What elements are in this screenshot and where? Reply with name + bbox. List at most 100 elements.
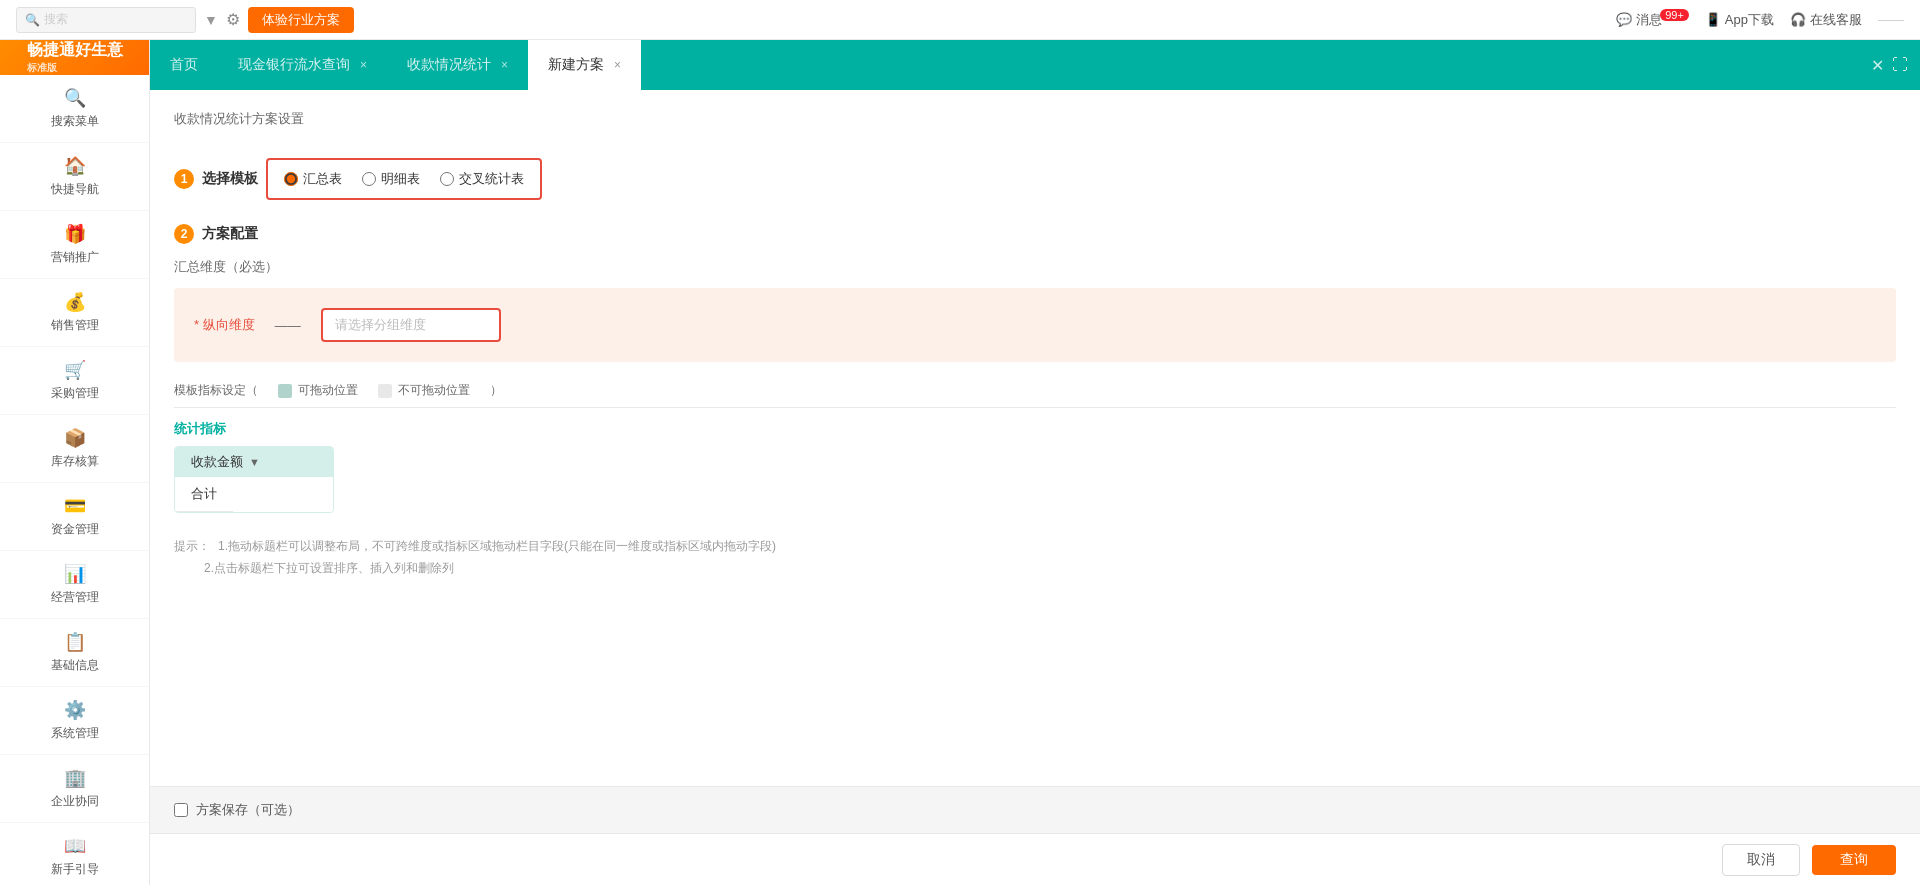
radio-detail[interactable]: 明细表 <box>362 170 420 188</box>
tab-receipt-stats[interactable]: 收款情况统计 × <box>387 40 528 90</box>
purchase-icon: 🛒 <box>64 359 86 381</box>
sidebar-item-newbie[interactable]: 📖 新手引导 <box>0 823 149 885</box>
sidebar-item-purchase[interactable]: 🛒 采购管理 <box>0 347 149 415</box>
sidebar-logo: 畅捷通好生意 标准版 <box>0 40 149 75</box>
tab-bank-flow-close[interactable]: × <box>360 58 367 72</box>
no-drag-label: 不可拖动位置 <box>398 382 470 399</box>
tab-bank-flow[interactable]: 现金银行流水查询 × <box>218 40 387 90</box>
drag-color-box <box>278 384 292 398</box>
radio-summary[interactable]: 汇总表 <box>284 170 342 188</box>
radio-cross[interactable]: 交叉统计表 <box>440 170 524 188</box>
top-search-box[interactable]: 🔍 搜索 <box>16 7 196 33</box>
download-area[interactable]: 📱 App下载 <box>1705 11 1774 29</box>
inventory-icon: 📦 <box>64 427 86 449</box>
radio-detail-input[interactable] <box>362 172 376 186</box>
tip-text-1: 1.拖动标题栏可以调整布局，不可跨维度或指标区域拖动栏目字段(只能在同一维度或指… <box>218 536 776 558</box>
save-section: 方案保存（可选） <box>150 786 1920 833</box>
query-button[interactable]: 查询 <box>1812 845 1896 875</box>
tab-receipt-stats-label: 收款情况统计 <box>407 56 491 74</box>
metrics-table: 收款金额 ▼ 合计 <box>174 446 334 513</box>
dimension-row: * 纵向维度 —— 请选择分组维度 <box>194 308 1876 342</box>
logo-edition: 标准版 <box>27 61 123 75</box>
metrics-indicator-label: 统计指标 <box>174 420 1896 438</box>
save-label: 方案保存（可选） <box>196 801 300 819</box>
tip-prefix-1: 提示： <box>174 536 210 558</box>
sidebar-label-operations: 经营管理 <box>51 589 99 606</box>
basic-info-icon: 📋 <box>64 631 86 653</box>
sidebar-item-system[interactable]: ⚙️ 系统管理 <box>0 687 149 755</box>
top-bar-right: 💬 消息 99+ 📱 App下载 🎧 在线客服 —— <box>1616 11 1904 29</box>
tip-line-2: 2.点击标题栏下拉可设置排序、插入列和删除列 <box>204 558 1896 580</box>
page-title: 收款情况统计方案设置 <box>174 110 1896 138</box>
step1-label: 选择模板 <box>202 170 258 188</box>
tab-bar-right: ✕ ⛶ <box>1871 56 1920 75</box>
main-layout: 畅捷通好生意 标准版 🔍 搜索菜单 🏠 快捷导航 🎁 营销推广 💰 销售管理 🛒… <box>0 40 1920 885</box>
sidebar-item-search-menu[interactable]: 🔍 搜索菜单 <box>0 75 149 143</box>
sidebar-item-sales[interactable]: 💰 销售管理 <box>0 279 149 347</box>
tab-close-all-icon[interactable]: ✕ <box>1871 56 1884 75</box>
tip-text-2: 2.点击标题栏下拉可设置排序、插入列和删除列 <box>204 558 454 580</box>
radio-detail-label: 明细表 <box>381 170 420 188</box>
metrics-data-row-total: 合计 <box>175 477 333 512</box>
sidebar-label-basic-info: 基础信息 <box>51 657 99 674</box>
sidebar-item-quick-nav[interactable]: 🏠 快捷导航 <box>0 143 149 211</box>
cancel-button[interactable]: 取消 <box>1722 844 1800 876</box>
message-icon: 💬 <box>1616 12 1632 27</box>
step1-number: 1 <box>174 169 194 189</box>
step1-section: 1 选择模板 汇总表 明细表 <box>174 158 1896 200</box>
metrics-col-header-receipt[interactable]: 收款金额 ▼ <box>175 447 276 477</box>
top-bar-left: 🔍 搜索 ▼ ⚙ 体验行业方案 <box>16 7 354 33</box>
tab-bar: 首页 现金银行流水查询 × 收款情况统计 × 新建方案 × ✕ ⛶ <box>150 40 1920 90</box>
content-area: 首页 现金银行流水查询 × 收款情况统计 × 新建方案 × ✕ ⛶ <box>150 40 1920 885</box>
dropdown-icon[interactable]: ▼ <box>204 12 218 28</box>
tab-new-plan[interactable]: 新建方案 × <box>528 40 641 90</box>
step2-header: 2 方案配置 <box>174 224 1896 244</box>
metrics-col-receipt-label: 收款金额 <box>191 453 243 471</box>
sidebar-item-operations[interactable]: 📊 经营管理 <box>0 551 149 619</box>
sidebar-item-finance[interactable]: 💳 资金管理 <box>0 483 149 551</box>
operations-icon: 📊 <box>64 563 86 585</box>
tab-new-plan-close[interactable]: × <box>614 58 621 72</box>
tab-bank-flow-label: 现金银行流水查询 <box>238 56 350 74</box>
metrics-config-label: 模板指标设定（ <box>174 382 258 399</box>
notification-area[interactable]: 💬 消息 99+ <box>1616 11 1689 29</box>
system-icon: ⚙️ <box>64 699 86 721</box>
sidebar-item-basic-info[interactable]: 📋 基础信息 <box>0 619 149 687</box>
tab-expand-icon[interactable]: ⛶ <box>1892 56 1908 74</box>
radio-cross-input[interactable] <box>440 172 454 186</box>
metrics-cell-total: 合计 <box>175 477 233 512</box>
no-drag-legend: 不可拖动位置 <box>378 382 470 399</box>
metrics-col-dropdown-icon[interactable]: ▼ <box>249 456 260 468</box>
no-drag-color-box <box>378 384 392 398</box>
tab-receipt-stats-close[interactable]: × <box>501 58 508 72</box>
metrics-header-row: 收款金额 ▼ <box>175 447 333 477</box>
download-label: App下载 <box>1725 11 1774 29</box>
sidebar-label-sales: 销售管理 <box>51 317 99 334</box>
sidebar: 畅捷通好生意 标准版 🔍 搜索菜单 🏠 快捷导航 🎁 营销推广 💰 销售管理 🛒… <box>0 40 150 885</box>
sidebar-label-corp-collab: 企业协同 <box>51 793 99 810</box>
gear-icon[interactable]: ⚙ <box>226 10 240 29</box>
arrow-label: —— <box>275 318 301 333</box>
service-area[interactable]: 🎧 在线客服 <box>1790 11 1862 29</box>
dimension-select[interactable]: 请选择分组维度 <box>321 308 501 342</box>
sidebar-label-finance: 资金管理 <box>51 521 99 538</box>
radio-summary-label: 汇总表 <box>303 170 342 188</box>
radio-summary-input[interactable] <box>284 172 298 186</box>
draggable-label: 可拖动位置 <box>298 382 358 399</box>
sales-icon: 💰 <box>64 291 86 313</box>
vertical-dimension-label: * 纵向维度 <box>194 316 255 334</box>
sidebar-item-inventory[interactable]: 📦 库存核算 <box>0 415 149 483</box>
tab-home[interactable]: 首页 <box>150 40 218 90</box>
metrics-section: 模板指标设定（ 可拖动位置 不可拖动位置 ） <box>174 382 1896 516</box>
page-inner: 收款情况统计方案设置 1 选择模板 汇总表 <box>150 90 1920 786</box>
search-menu-icon: 🔍 <box>64 87 86 109</box>
sidebar-item-corp-collab[interactable]: 🏢 企业协同 <box>0 755 149 823</box>
draggable-legend: 可拖动位置 <box>278 382 358 399</box>
save-checkbox[interactable] <box>174 803 188 817</box>
sidebar-label-marketing: 营销推广 <box>51 249 99 266</box>
template-selector: 汇总表 明细表 交叉统计表 <box>266 158 542 200</box>
trial-btn[interactable]: 体验行业方案 <box>248 7 354 33</box>
sidebar-item-marketing[interactable]: 🎁 营销推广 <box>0 211 149 279</box>
quick-nav-icon: 🏠 <box>64 155 86 177</box>
tips-section: 提示： 1.拖动标题栏可以调整布局，不可跨维度或指标区域拖动栏目字段(只能在同一… <box>174 536 1896 579</box>
